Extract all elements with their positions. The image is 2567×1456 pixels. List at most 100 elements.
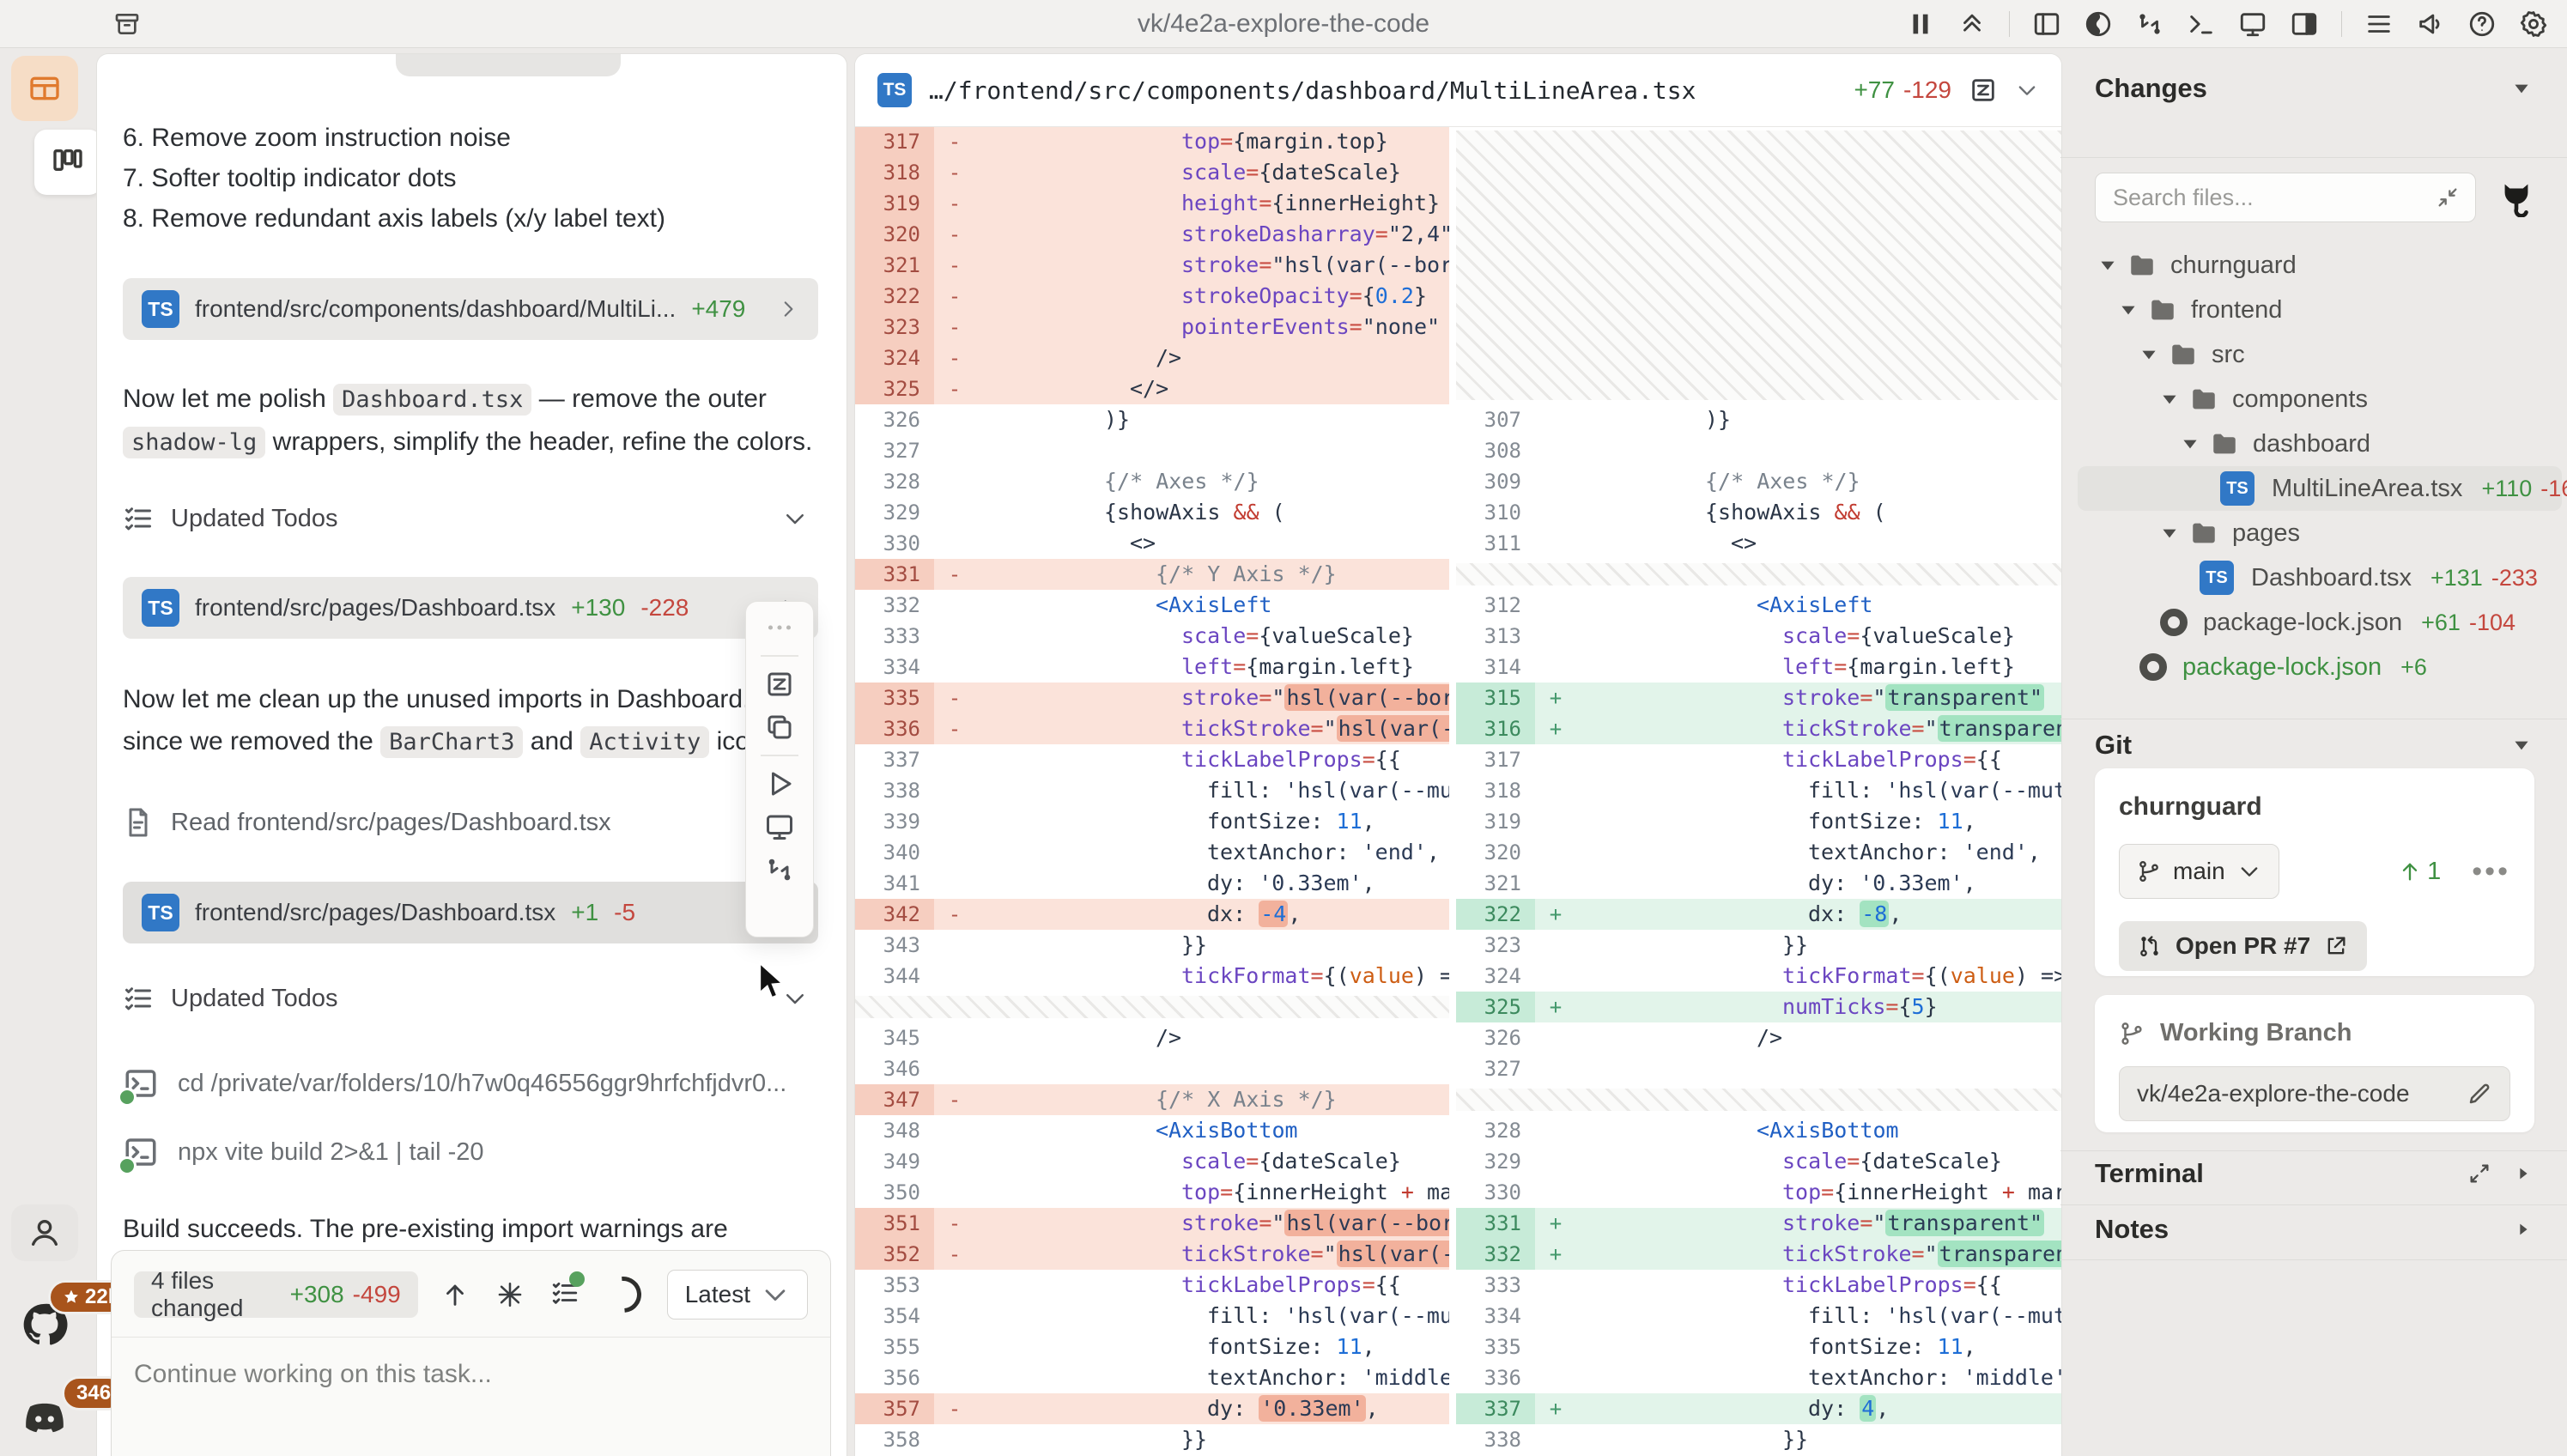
- change-counts: +131-233: [2430, 565, 2538, 592]
- panel-left-icon[interactable]: [2032, 9, 2061, 39]
- file-change-chip[interactable]: TS frontend/src/components/dashboard/Mul…: [123, 278, 818, 340]
- diff-code-row: 338}}: [1456, 1424, 2061, 1455]
- monitor-icon[interactable]: [2238, 9, 2267, 39]
- command-text: npx vite build 2>&1 | tail -20: [178, 1138, 484, 1167]
- chevron-down-icon[interactable]: [2015, 78, 2039, 102]
- cat-icon[interactable]: [2497, 178, 2536, 217]
- git-compare-icon[interactable]: [764, 854, 795, 885]
- line-number: 334: [1456, 1301, 1535, 1332]
- line-number: 315: [1456, 682, 1535, 713]
- code-line: left={margin.left}: [975, 652, 1449, 682]
- git-compare-icon[interactable]: [2135, 9, 2164, 39]
- updated-todos-collapsible[interactable]: Updated Todos: [123, 978, 818, 1019]
- settings-gear-icon[interactable]: [2519, 9, 2548, 39]
- code-line: scale={valueScale}: [975, 621, 1449, 652]
- run-icon[interactable]: [764, 768, 795, 799]
- code-line: [975, 1053, 1449, 1084]
- diff-code-row: 347-{/* X Axis */}: [855, 1084, 1449, 1115]
- notes-section-header[interactable]: Notes: [2060, 1206, 2567, 1253]
- tree-folder-row[interactable]: churnguard: [2078, 243, 2562, 288]
- file-search-input[interactable]: [2111, 184, 2436, 212]
- megaphone-icon[interactable]: [2416, 9, 2445, 39]
- more-options-icon[interactable]: [764, 612, 795, 643]
- theme-blob-icon[interactable]: [2084, 9, 2113, 39]
- read-file-tool-row[interactable]: Read frontend/src/pages/Dashboard.tsx: [123, 803, 818, 842]
- diff-code-row: 341dy: '0.33em',: [855, 868, 1449, 899]
- scroll-up-icon[interactable]: [440, 1280, 470, 1309]
- folder-icon: [2189, 519, 2218, 548]
- chevron-right-icon: [777, 298, 799, 320]
- tree-folder-row[interactable]: pages: [2078, 511, 2562, 555]
- diff-code-row: 325+numTicks={5}: [1456, 992, 2061, 1022]
- open-pr-button[interactable]: Open PR #7: [2119, 921, 2367, 971]
- left-rail: 22k 346: [0, 47, 89, 1456]
- message-input[interactable]: Continue working on this task...: [134, 1360, 808, 1389]
- tree-folder-row[interactable]: components: [2078, 377, 2562, 422]
- collapse-tree-icon[interactable]: [2436, 185, 2460, 209]
- expand-icon[interactable]: [2467, 1162, 2491, 1186]
- pause-icon[interactable]: [1906, 9, 1935, 39]
- caret-down-icon: [2158, 522, 2181, 544]
- rail-layout-view-button[interactable]: [11, 56, 78, 121]
- terminal-section-header[interactable]: Terminal: [2060, 1150, 2567, 1197]
- tree-file-row[interactable]: package-lock.json+6: [2078, 645, 2562, 689]
- rail-board-view-button[interactable]: [34, 130, 101, 195]
- working-branch-input[interactable]: vk/4e2a-explore-the-code: [2119, 1066, 2510, 1121]
- terminal-command-row[interactable]: npx vite build 2>&1 | tail -20: [123, 1131, 818, 1174]
- diff-code-row: 352-tickStroke="hsl(var(--border))": [855, 1239, 1449, 1270]
- tree-item-label: dashboard: [2253, 430, 2370, 458]
- diff-code-row: 345/>: [855, 1022, 1449, 1053]
- tree-file-row[interactable]: package-lock.json+61-104: [2078, 600, 2562, 645]
- changes-section-header[interactable]: Changes: [2060, 64, 2567, 112]
- menu-icon[interactable]: [2364, 9, 2394, 39]
- view-diff-icon[interactable]: [764, 669, 795, 700]
- diff-view-toggle-icon[interactable]: [1969, 76, 1998, 105]
- code-line: [1576, 1053, 2061, 1084]
- file-change-chip[interactable]: TS frontend/src/pages/Dashboard.tsx +130…: [123, 577, 818, 639]
- line-number: 355: [855, 1332, 934, 1362]
- file-change-chip[interactable]: TS frontend/src/pages/Dashboard.tsx +1 -…: [123, 882, 818, 943]
- line-number: 313: [1456, 621, 1535, 652]
- preview-monitor-icon[interactable]: [764, 811, 795, 842]
- version-selector[interactable]: Latest: [667, 1270, 808, 1320]
- terminal-icon[interactable]: [2187, 9, 2216, 39]
- updated-todos-collapsible[interactable]: Updated Todos: [123, 498, 818, 539]
- line-number: 350: [855, 1177, 934, 1208]
- code-line: }}: [1576, 1424, 2061, 1455]
- terminal-command-row[interactable]: cd /private/var/folders/10/h7w0q46556ggr…: [123, 1062, 818, 1105]
- diff-code-row: 333scale={valueScale}: [855, 621, 1449, 652]
- tree-folder-row[interactable]: src: [2078, 332, 2562, 377]
- branch-selector[interactable]: main: [2119, 844, 2279, 899]
- code-line: stroke="transparent": [1576, 682, 2061, 713]
- tree-folder-row[interactable]: dashboard: [2078, 422, 2562, 466]
- tree-file-row[interactable]: TSMultiLineArea.tsx+110-162: [2078, 466, 2562, 511]
- diff-spacer-row: [855, 992, 1449, 1022]
- line-number: 342: [855, 899, 934, 930]
- git-section-header[interactable]: Git: [2060, 724, 2567, 767]
- changed-files-tree: churnguard frontend src components dashb…: [2078, 243, 2562, 689]
- file-search-box[interactable]: [2095, 173, 2476, 222]
- todos-status-button[interactable]: [550, 1278, 580, 1312]
- diff-marker: [934, 1022, 975, 1053]
- terminal-icon: [123, 1134, 159, 1170]
- collapsible-label: Updated Todos: [171, 985, 338, 1013]
- diff-marker: [1535, 1270, 1576, 1301]
- copy-icon[interactable]: [764, 712, 795, 743]
- tree-folder-row[interactable]: frontend: [2078, 288, 2562, 332]
- git-more-menu[interactable]: •••: [2472, 855, 2510, 889]
- panel-right-icon[interactable]: [2290, 9, 2319, 39]
- line-number: 317: [855, 126, 934, 157]
- tree-file-row[interactable]: TSDashboard.tsx+131-233: [2078, 555, 2562, 600]
- tree-item-label: components: [2232, 385, 2368, 414]
- chevrons-up-icon[interactable]: [1957, 9, 1987, 39]
- diff-marker: -: [934, 1084, 975, 1115]
- removed-lines-count: -499: [353, 1281, 401, 1308]
- edit-pencil-icon[interactable]: [2467, 1081, 2492, 1107]
- help-icon[interactable]: [2467, 9, 2497, 39]
- sparkle-icon[interactable]: [495, 1280, 525, 1309]
- files-changed-chip[interactable]: 4 files changed +308 -499: [134, 1271, 418, 1318]
- diff-code-row: 316+tickStroke="transparent": [1456, 713, 2061, 744]
- diff-file-header[interactable]: TS …/frontend/src/components/dashboard/M…: [855, 54, 2061, 127]
- diff-marker: [934, 621, 975, 652]
- rail-account-button[interactable]: [11, 1204, 78, 1261]
